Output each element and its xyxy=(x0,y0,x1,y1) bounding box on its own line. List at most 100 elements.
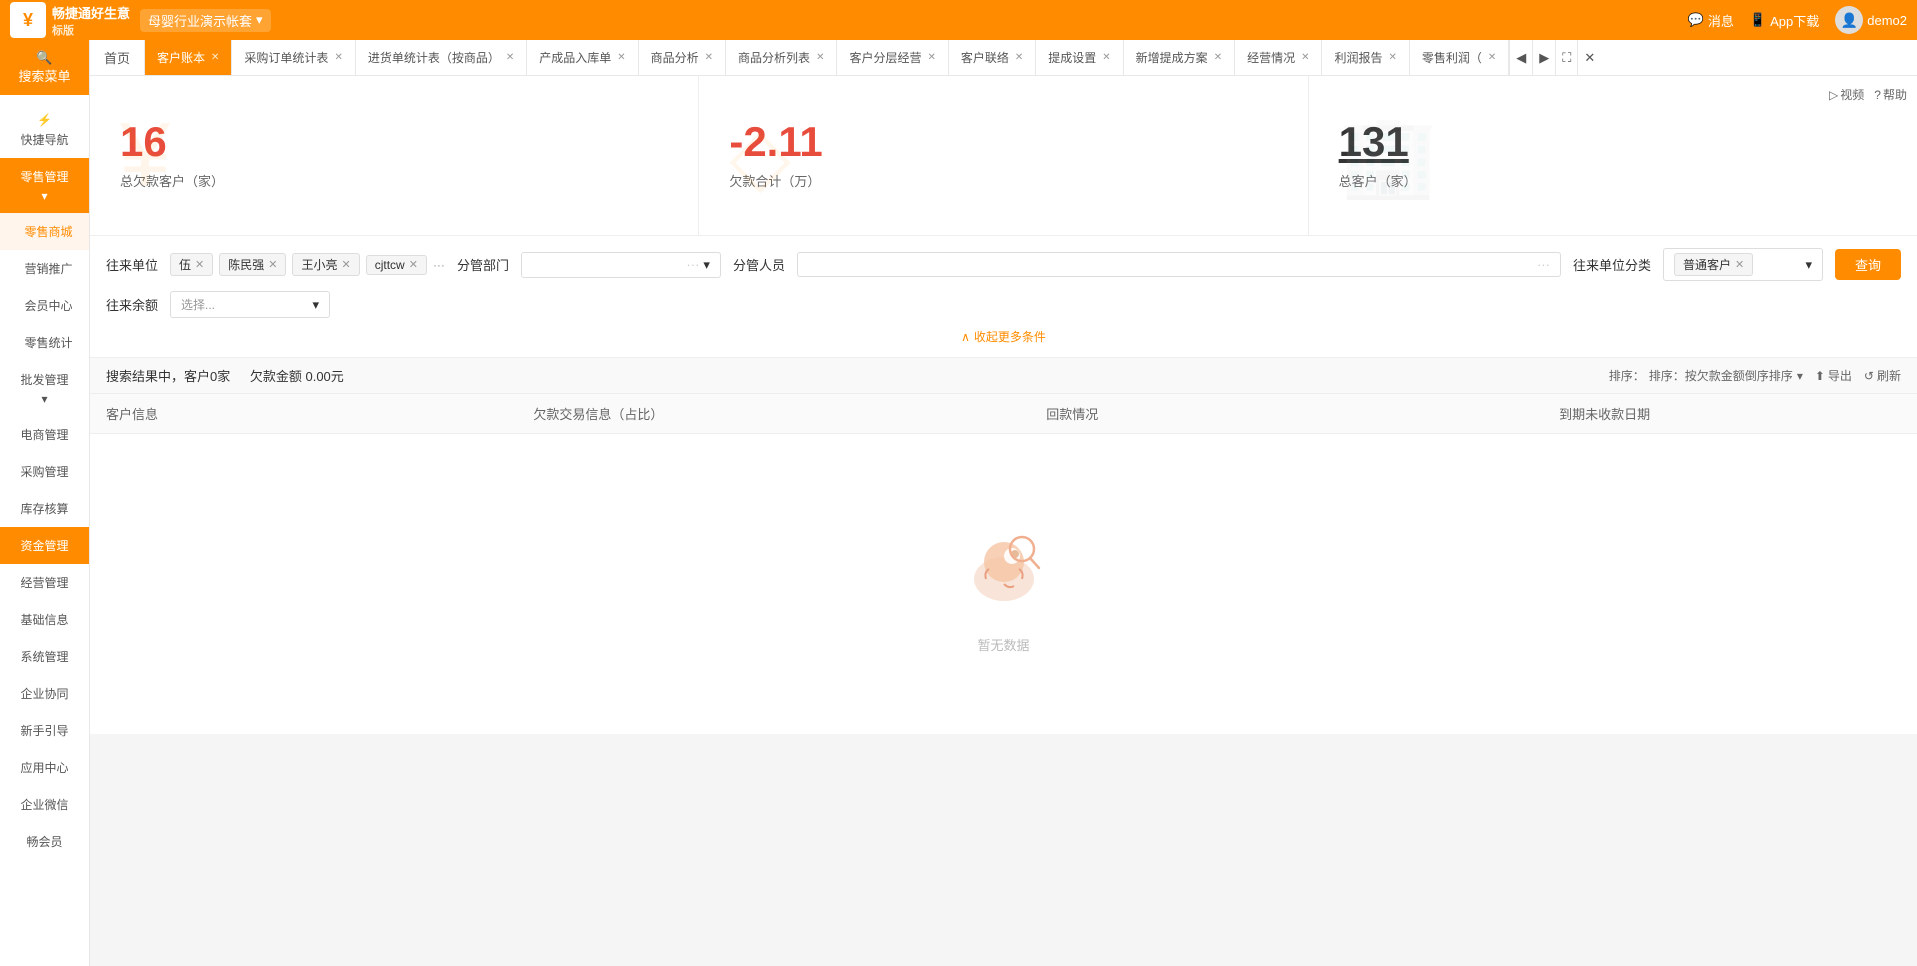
chevron-up-icon: ∧ xyxy=(961,330,970,344)
sidebar-item-member[interactable]: 会员中心 xyxy=(0,287,89,324)
sidebar-item-ecommerce[interactable]: 电商管理 xyxy=(0,416,89,453)
tab-operations[interactable]: 经营情况 ✕ xyxy=(1235,40,1322,76)
tab-close-profit-report[interactable]: ✕ xyxy=(1389,52,1397,63)
sidebar-item-finance[interactable]: 资金管理 xyxy=(0,527,89,564)
play-icon: ▷ xyxy=(1829,88,1838,102)
refresh-icon: ↺ xyxy=(1864,369,1874,383)
tab-close-product-analysis-list[interactable]: ✕ xyxy=(816,52,824,63)
sidebar-quick-nav[interactable]: ⚡ 快捷导航 xyxy=(0,103,89,158)
filter-tag-cjttcw[interactable]: cjttcw ✕ xyxy=(366,255,427,275)
sidebar-item-newbie[interactable]: 新手引导 xyxy=(0,712,89,749)
sidebar-item-corp[interactable]: 企业协同 xyxy=(0,675,89,712)
search-icon: 🔍 xyxy=(36,50,52,65)
tab-close-add-commission[interactable]: ✕ xyxy=(1214,52,1222,63)
filter-more[interactable]: ··· xyxy=(433,258,445,272)
tab-close-commission-settings[interactable]: ✕ xyxy=(1102,52,1110,63)
tab-close-purchase-order[interactable]: ✕ xyxy=(334,52,342,63)
video-btn[interactable]: ▷ 视频 xyxy=(1829,86,1864,103)
filter-tag-wang[interactable]: 王小亮 ✕ xyxy=(292,253,359,276)
help-btn[interactable]: ? 帮助 xyxy=(1874,86,1907,103)
tab-purchase-order-stats[interactable]: 采购订单统计表 ✕ xyxy=(232,40,355,76)
tab-close-product-analysis[interactable]: ✕ xyxy=(705,52,713,63)
content-area: ¥ 16 总欠款客户（家） ◇ -2.11 欠款合计（万） 🏢 xyxy=(90,76,1917,966)
user-avatar-btn[interactable]: 👤 demo2 xyxy=(1835,6,1907,34)
tab-customer-segment[interactable]: 客户分层经营 ✕ xyxy=(837,40,948,76)
tabs-close-all[interactable]: ✕ xyxy=(1577,40,1601,76)
tab-close-retail-profit[interactable]: ✕ xyxy=(1488,52,1496,63)
tab-close-customer-contact[interactable]: ✕ xyxy=(1015,52,1023,63)
app-download-btn[interactable]: 📱 App下载 xyxy=(1750,11,1819,30)
sidebar-item-wholesale[interactable]: 批发管理 ▾ xyxy=(0,361,89,416)
tag-close-cjttcw[interactable]: ✕ xyxy=(409,258,418,271)
sidebar-item-ops[interactable]: 经营管理 xyxy=(0,564,89,601)
sidebar-item-marketing[interactable]: 营销推广 xyxy=(0,250,89,287)
tab-inbound-stats[interactable]: 进货单统计表（按商品） ✕ xyxy=(356,40,527,76)
tab-close-cost-inbound[interactable]: ✕ xyxy=(617,52,625,63)
tab-close-customer-segment[interactable]: ✕ xyxy=(927,52,935,63)
tab-close-customer-account[interactable]: ✕ xyxy=(211,52,219,63)
dept-select[interactable]: ··· ▾ xyxy=(521,252,721,278)
sidebar-item-app-center[interactable]: 应用中心 xyxy=(0,749,89,786)
th-repay: 回款情况 xyxy=(1046,404,1559,423)
tab-product-analysis-list[interactable]: 商品分析列表 ✕ xyxy=(726,40,837,76)
dept-label: 分管部门 xyxy=(457,255,509,274)
tab-close-inbound[interactable]: ✕ xyxy=(506,52,514,63)
export-button[interactable]: ⬆ 导出 xyxy=(1815,367,1852,384)
tab-home[interactable]: 首页 xyxy=(90,40,145,76)
sidebar-item-retail-mall[interactable]: 零售商城 xyxy=(0,213,89,250)
collapse-button[interactable]: ∧ 收起更多条件 xyxy=(961,328,1046,345)
sidebar-item-system[interactable]: 系统管理 xyxy=(0,638,89,675)
industry-select[interactable]: 母婴行业演示帐套 ▾ xyxy=(140,9,271,32)
download-icon: 📱 xyxy=(1750,12,1766,28)
tab-add-commission[interactable]: 新增提成方案 ✕ xyxy=(1124,40,1235,76)
sidebar-item-basic[interactable]: 基础信息 xyxy=(0,601,89,638)
summary-cards: ¥ 16 总欠款客户（家） ◇ -2.11 欠款合计（万） 🏢 xyxy=(90,76,1917,236)
balance-select[interactable]: 选择... ▾ xyxy=(170,291,330,318)
chevron-down-classify: ▾ xyxy=(1805,257,1812,273)
person-label: 分管人员 xyxy=(733,255,785,274)
query-button[interactable]: 查询 xyxy=(1835,249,1901,280)
tag-close-chen[interactable]: ✕ xyxy=(268,258,277,271)
filter-tag-chen[interactable]: 陈民强 ✕ xyxy=(219,253,286,276)
unit-classify-label: 往来单位分类 xyxy=(1573,255,1651,274)
tabs-maximize[interactable]: ⛶ xyxy=(1555,40,1577,76)
sidebar-item-purchase[interactable]: 采购管理 xyxy=(0,453,89,490)
tab-commission-settings[interactable]: 提成设置 ✕ xyxy=(1036,40,1123,76)
th-date: 到期未收款日期 xyxy=(1559,404,1901,423)
refresh-button[interactable]: ↺ 刷新 xyxy=(1864,367,1901,384)
person-select[interactable]: ··· xyxy=(797,252,1561,277)
messages-btn[interactable]: 💬 消息 xyxy=(1688,11,1734,30)
unit-classify-select[interactable]: 普通客户 ✕ ▾ xyxy=(1663,248,1823,281)
filter-tag-wu[interactable]: 伍 ✕ xyxy=(170,253,213,276)
export-icon: ⬆ xyxy=(1815,369,1825,383)
data-table: 客户信息 欠款交易信息（占比） 回款情况 到期未收款日期 xyxy=(90,394,1917,734)
filter-row-2: 往来余额 选择... ▾ xyxy=(106,291,1901,318)
sidebar-item-retail-mgmt[interactable]: 零售管理 ▾ xyxy=(0,158,89,213)
tab-customer-contact[interactable]: 客户联络 ✕ xyxy=(949,40,1036,76)
tabs-scroll-left[interactable]: ◀ xyxy=(1509,40,1532,76)
tabs-bar: 首页 客户账本 ✕ 采购订单统计表 ✕ 进货单统计表（按商品） ✕ 产成品入库单… xyxy=(90,40,1917,76)
tabs-scroll-right[interactable]: ▶ xyxy=(1532,40,1555,76)
table-header: 客户信息 欠款交易信息（占比） 回款情况 到期未收款日期 xyxy=(90,394,1917,434)
sidebar-item-vip[interactable]: 畅会员 xyxy=(0,823,89,860)
tab-retail-profit[interactable]: 零售利润（ ✕ xyxy=(1410,40,1509,76)
tab-cost-inbound[interactable]: 产成品入库单 ✕ xyxy=(527,40,638,76)
sidebar-item-wecom[interactable]: 企业微信 xyxy=(0,786,89,823)
sidebar-item-retail-stats[interactable]: 零售统计 xyxy=(0,324,89,361)
sidebar-item-inventory[interactable]: 库存核算 xyxy=(0,490,89,527)
tag-close-wu[interactable]: ✕ xyxy=(195,258,204,271)
message-icon: 💬 xyxy=(1688,12,1704,28)
tab-product-analysis[interactable]: 商品分析 ✕ xyxy=(639,40,726,76)
unit-classify-tag[interactable]: 普通客户 ✕ xyxy=(1674,253,1753,276)
sort-selector[interactable]: 排序： 排序：按欠款金额倒序排序 ▾ xyxy=(1609,367,1803,384)
total-debt-customers-number: 16 xyxy=(120,121,668,163)
tag-close-wang[interactable]: ✕ xyxy=(342,258,351,271)
tab-close-operations[interactable]: ✕ xyxy=(1301,52,1309,63)
tab-customer-account[interactable]: 客户账本 ✕ xyxy=(145,40,232,76)
chevron-down-balance: ▾ xyxy=(312,297,319,313)
tab-profit-report[interactable]: 利润报告 ✕ xyxy=(1322,40,1409,76)
sidebar-search[interactable]: 🔍 搜索菜单 xyxy=(0,40,89,95)
balance-label: 往来余额 xyxy=(106,295,158,314)
arrow-icon: ▾ xyxy=(41,392,47,406)
tag-close-classify[interactable]: ✕ xyxy=(1735,258,1744,271)
